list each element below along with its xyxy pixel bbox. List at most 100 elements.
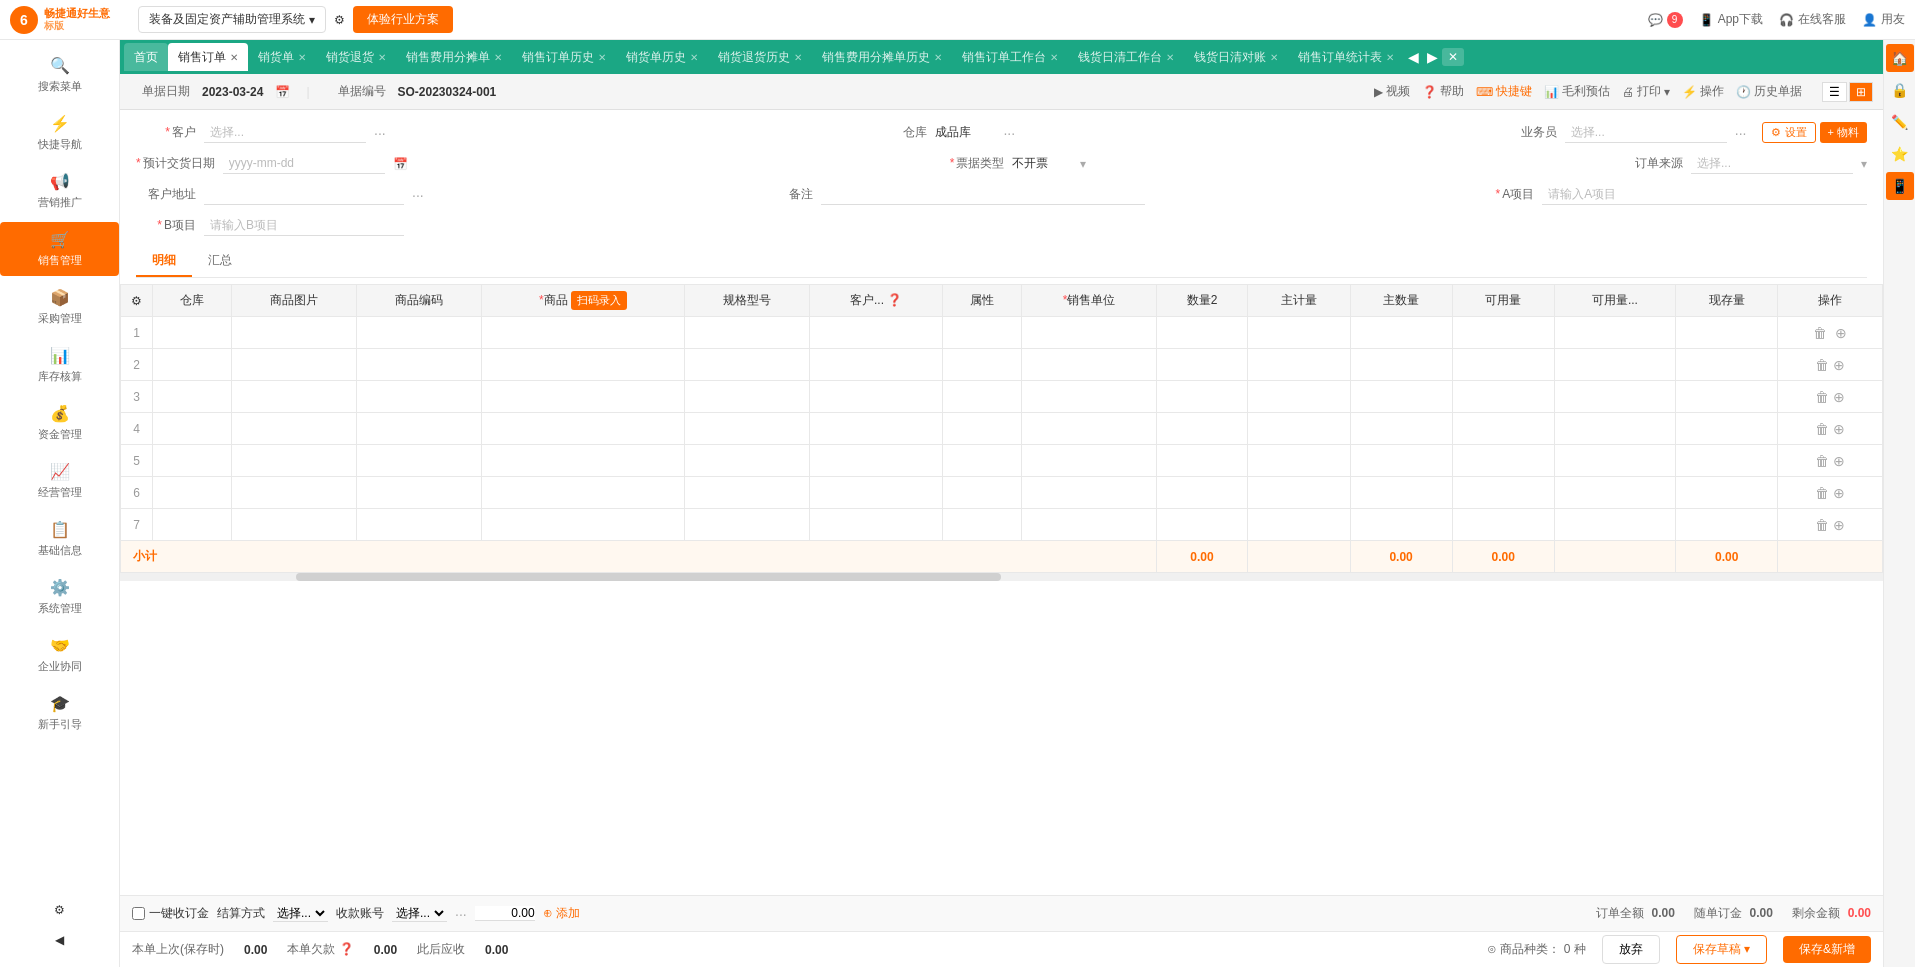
one-click-label[interactable]: 一键收订金 bbox=[132, 905, 209, 922]
row-spec[interactable] bbox=[684, 317, 809, 349]
industry-btn[interactable]: 体验行业方案 bbox=[353, 6, 453, 33]
row-delete-btn[interactable]: 🗑 bbox=[1813, 453, 1831, 469]
sidebar-item-marketing[interactable]: 📢 营销推广 bbox=[0, 164, 119, 218]
tab-prev-btn[interactable]: ◀ bbox=[1404, 47, 1423, 67]
app-download-btn[interactable]: 📱 App下载 bbox=[1699, 11, 1763, 28]
tab-close-icon[interactable]: ✕ bbox=[230, 52, 238, 63]
th-settings[interactable]: ⚙ bbox=[121, 285, 153, 317]
row-delete-btn[interactable]: 🗑 bbox=[1813, 485, 1831, 501]
one-click-checkbox[interactable] bbox=[132, 907, 145, 920]
tab-sales-stats[interactable]: 销售订单统计表 ✕ bbox=[1288, 43, 1404, 71]
tab-fee-hist[interactable]: 销售费用分摊单历史 ✕ bbox=[812, 43, 952, 71]
add-material-btn[interactable]: + 物料 bbox=[1820, 122, 1867, 143]
row-main-unit[interactable] bbox=[1248, 317, 1350, 349]
tab-close-icon[interactable]: ✕ bbox=[690, 52, 698, 63]
discard-btn[interactable]: 放弃 bbox=[1602, 935, 1660, 964]
row-copy-btn[interactable]: ⊕ bbox=[1831, 357, 1847, 373]
row-copy-btn[interactable]: ⊕ bbox=[1831, 485, 1847, 501]
tab-sales-order[interactable]: 销售订单 ✕ bbox=[168, 43, 248, 71]
add-payment-btn[interactable]: ⊕ 添加 bbox=[543, 905, 580, 922]
staff-dots[interactable]: ··· bbox=[1735, 125, 1747, 141]
row-main-qty[interactable] bbox=[1350, 317, 1452, 349]
form-tab-detail[interactable]: 明细 bbox=[136, 246, 192, 277]
sidebar-item-search[interactable]: 🔍 搜索菜单 bbox=[0, 48, 119, 102]
row-customer-code[interactable] bbox=[809, 317, 943, 349]
save-draft-btn[interactable]: 保存草稿 ▾ bbox=[1676, 935, 1767, 964]
invoice-dropdown-icon[interactable]: ▾ bbox=[1080, 157, 1086, 171]
row-available[interactable] bbox=[1452, 317, 1554, 349]
sidebar-item-inventory[interactable]: 📊 库存核算 bbox=[0, 338, 119, 392]
toolbar-grid-view-btn[interactable]: ⊞ bbox=[1849, 82, 1873, 102]
sidebar-item-finance[interactable]: 💰 资金管理 bbox=[0, 396, 119, 450]
customer-dots[interactable]: ··· bbox=[374, 125, 386, 141]
tab-close-icon[interactable]: ✕ bbox=[378, 52, 386, 63]
row-delete-btn[interactable]: 🗑 bbox=[1813, 517, 1831, 533]
tab-close-icon[interactable]: ✕ bbox=[1270, 52, 1278, 63]
row-delete-btn[interactable]: 🗑 bbox=[1813, 389, 1831, 405]
warehouse-dots[interactable]: ··· bbox=[1003, 125, 1015, 141]
message-btn[interactable]: 💬 9 bbox=[1648, 12, 1683, 28]
b-project-input[interactable] bbox=[204, 215, 404, 236]
sidebar-collapse-btn[interactable]: ⚙ bbox=[50, 899, 69, 921]
tab-fee-split[interactable]: 销售费用分摊单 ✕ bbox=[396, 43, 512, 71]
toolbar-ops-btn[interactable]: ⚡ 操作 bbox=[1682, 83, 1724, 100]
toolbar-print-btn[interactable]: 🖨 打印 ▾ bbox=[1622, 83, 1670, 100]
right-panel-edit-icon[interactable]: ✏️ bbox=[1886, 108, 1914, 136]
sidebar-item-operations[interactable]: 📈 经营管理 bbox=[0, 454, 119, 508]
right-panel-scan-icon[interactable]: 📱 bbox=[1886, 172, 1914, 200]
tab-cash-ws[interactable]: 钱货日清工作台 ✕ bbox=[1068, 43, 1184, 71]
address-input[interactable] bbox=[204, 184, 404, 205]
sidebar-item-quicknav[interactable]: ⚡ 快捷导航 bbox=[0, 106, 119, 160]
row-attribute[interactable] bbox=[943, 317, 1022, 349]
tab-close-icon[interactable]: ✕ bbox=[794, 52, 802, 63]
row-copy-btn[interactable]: ⊕ bbox=[1831, 389, 1847, 405]
row-delete-btn[interactable]: 🗑 bbox=[1813, 357, 1831, 373]
tab-refund-hist[interactable]: 销货退货历史 ✕ bbox=[708, 43, 812, 71]
toolbar-help-btn[interactable]: ❓ 帮助 bbox=[1422, 83, 1464, 100]
payment-select[interactable]: 选择... bbox=[273, 905, 328, 922]
calendar-icon[interactable]: 📅 bbox=[275, 85, 290, 99]
h-scrollbar[interactable] bbox=[120, 573, 1883, 581]
sidebar-item-guide[interactable]: 🎓 新手引导 bbox=[0, 686, 119, 740]
sidebar-toggle-btn[interactable]: ◀ bbox=[50, 929, 69, 951]
sidebar-item-system[interactable]: ⚙️ 系统管理 bbox=[0, 570, 119, 624]
settings-btn[interactable]: ⚙ 设置 bbox=[1762, 122, 1815, 143]
tab-close-icon[interactable]: ✕ bbox=[298, 52, 306, 63]
row-qty2[interactable] bbox=[1156, 317, 1248, 349]
customer-input[interactable] bbox=[204, 122, 366, 143]
tab-home[interactable]: 首页 bbox=[124, 43, 168, 71]
sidebar-item-purchase[interactable]: 📦 采购管理 bbox=[0, 280, 119, 334]
amount-input[interactable] bbox=[475, 906, 535, 921]
row-stock[interactable] bbox=[1676, 317, 1778, 349]
sidebar-item-sales[interactable]: 🛒 销售管理 bbox=[0, 222, 119, 276]
sidebar-item-basic[interactable]: 📋 基础信息 bbox=[0, 512, 119, 566]
toolbar-history-btn[interactable]: 🕐 历史单据 bbox=[1736, 83, 1802, 100]
toolbar-video-btn[interactable]: ▶ 视频 bbox=[1374, 83, 1410, 100]
row-warehouse[interactable] bbox=[153, 317, 232, 349]
h-scrollbar-thumb[interactable] bbox=[296, 573, 1001, 581]
row-product[interactable] bbox=[482, 317, 684, 349]
system-selector[interactable]: 装备及固定资产辅助管理系统 ▾ bbox=[138, 6, 326, 33]
account-select[interactable]: 选择... bbox=[392, 905, 447, 922]
row-copy-btn[interactable]: ⊕ bbox=[1831, 421, 1847, 437]
row-product-code[interactable] bbox=[357, 317, 482, 349]
row-copy-btn[interactable]: ⊕ bbox=[1831, 453, 1847, 469]
row-available2[interactable] bbox=[1554, 317, 1675, 349]
right-panel-home-icon[interactable]: 🏠 bbox=[1886, 44, 1914, 72]
right-panel-lock-icon[interactable]: 🔒 bbox=[1886, 76, 1914, 104]
sidebar-item-enterprise[interactable]: 🤝 企业协同 bbox=[0, 628, 119, 682]
account-dots[interactable]: ··· bbox=[455, 906, 467, 922]
row-delete-btn[interactable]: 🗑 bbox=[1811, 325, 1829, 341]
toolbar-shortcut-btn[interactable]: ⌨ 快捷键 bbox=[1476, 83, 1532, 100]
tab-return-hist[interactable]: 销货单历史 ✕ bbox=[616, 43, 708, 71]
order-source-input[interactable] bbox=[1691, 153, 1853, 174]
tab-close-all-btn[interactable]: ✕ bbox=[1442, 48, 1464, 66]
tab-order-hist[interactable]: 销售订单历史 ✕ bbox=[512, 43, 616, 71]
delivery-input[interactable] bbox=[223, 153, 385, 174]
a-project-input[interactable] bbox=[1542, 184, 1867, 205]
tab-sales-refund[interactable]: 销货退货 ✕ bbox=[316, 43, 396, 71]
tab-close-icon[interactable]: ✕ bbox=[1166, 52, 1174, 63]
staff-input[interactable] bbox=[1565, 122, 1727, 143]
row-copy-btn[interactable]: ⊕ bbox=[1831, 517, 1847, 533]
row-sales-unit[interactable] bbox=[1022, 317, 1156, 349]
